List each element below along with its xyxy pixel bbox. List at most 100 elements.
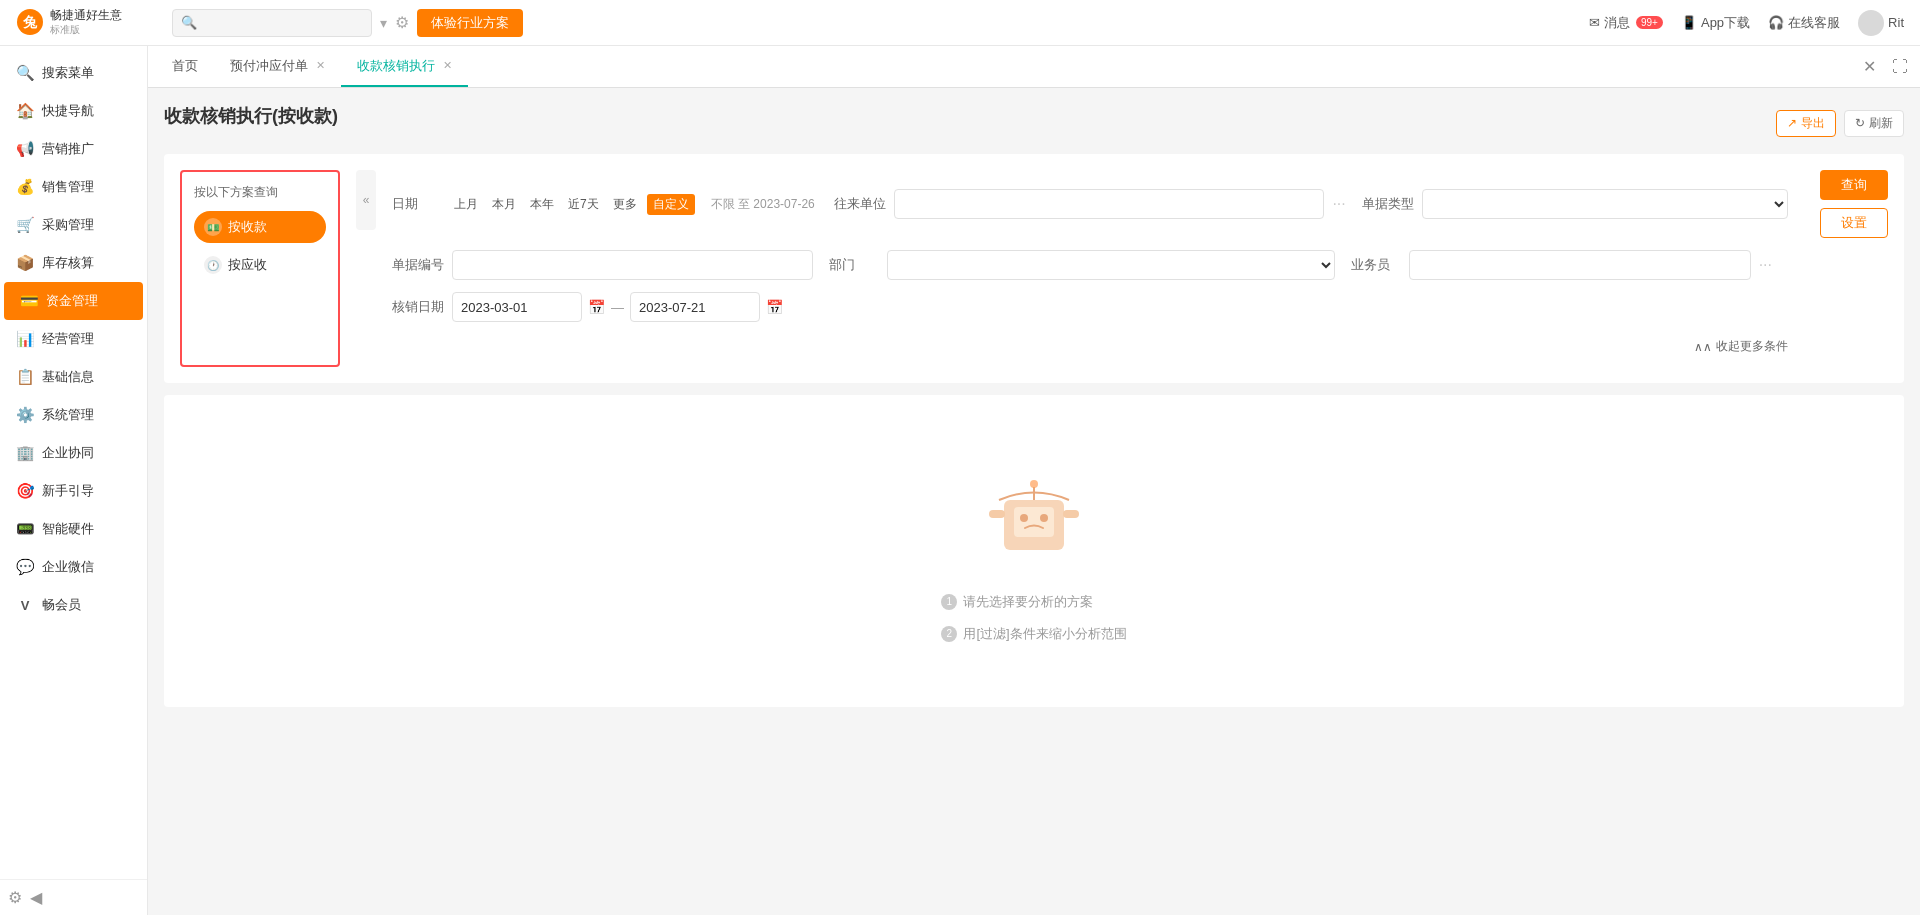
marketing-icon: 📢 [16,140,34,158]
filter-left: 按以下方案查询 💵 按收款 🕐 按应收 [180,170,340,367]
date-custom[interactable]: 自定义 [647,194,695,215]
filter-by-receivable[interactable]: 🕐 按应收 [194,249,326,281]
sidebar-item-sales[interactable]: 💰 销售管理 [0,168,147,206]
sidebar: 🔍 搜索菜单 🏠 快捷导航 📢 营销推广 💰 销售管理 🛒 采购管理 📦 库存核… [0,46,148,915]
export-icon: ↗ [1787,116,1797,130]
date-this-month[interactable]: 本月 [488,194,520,215]
sidebar-label-member: 畅会员 [42,596,81,614]
tip-num-1: 1 [941,594,957,610]
collapse-more-btn[interactable]: ∧∧ 收起更多条件 [1694,338,1788,355]
purchase-icon: 🛒 [16,216,34,234]
sidebar-label-basic: 基础信息 [42,368,94,386]
app-download-action[interactable]: 📱 App下载 [1681,14,1750,32]
empty-tip-row-1: 1 请先选择要分析的方案 [941,589,1126,615]
app-name: 畅捷通好生意 [50,8,122,22]
search-box[interactable]: 🔍 [172,9,372,37]
sidebar-item-hardware[interactable]: 📟 智能硬件 [0,510,147,548]
sidebar-label-inventory: 库存核算 [42,254,94,272]
dropdown-icon[interactable]: ▾ [380,15,387,31]
sidebar-item-enterprise[interactable]: 🏢 企业协同 [0,434,147,472]
sidebar-label-finance: 资金管理 [46,292,98,310]
verify-date-end[interactable] [630,292,760,322]
tab-collection[interactable]: 收款核销执行 ✕ [341,46,468,87]
tab-expand-action[interactable]: ⛶ [1888,58,1912,76]
empty-state: 1 请先选择要分析的方案 2 用[过滤]条件来缩小分析范围 [164,395,1904,707]
staff-input[interactable] [1409,250,1751,280]
sidebar-item-business[interactable]: 📊 经营管理 [0,320,147,358]
settings-icon[interactable]: ⚙ [395,13,409,32]
refresh-icon: ↻ [1855,116,1865,130]
date-shortcuts: 上月 本月 本年 近7天 更多 自定义 [450,194,695,215]
filter-by-receipt[interactable]: 💵 按收款 [194,211,326,243]
setting-button[interactable]: 设置 [1820,208,1888,238]
calendar-end-icon[interactable]: 📅 [766,299,783,315]
sidebar-item-purchase[interactable]: 🛒 采购管理 [0,206,147,244]
sidebar-settings-icon[interactable]: ⚙ [8,888,22,907]
page-content: 收款核销执行(按收款) ↗ 导出 ↻ 刷新 按以下方案查询 💵 按收款 [148,88,1920,915]
sidebar-item-search[interactable]: 🔍 搜索菜单 [0,54,147,92]
sidebar-item-weixin[interactable]: 💬 企业微信 [0,548,147,586]
date-7days[interactable]: 近7天 [564,194,603,215]
counterpart-input[interactable] [894,189,1324,219]
date-dash: — [611,300,624,315]
app-download-label: App下载 [1701,14,1750,32]
inventory-icon: 📦 [16,254,34,272]
doctype-select[interactable] [1422,189,1788,219]
tip-num-2: 2 [941,626,957,642]
query-button[interactable]: 查询 [1820,170,1888,200]
tab-close-action[interactable]: ✕ [1859,57,1880,76]
refresh-button[interactable]: ↻ 刷新 [1844,110,1904,137]
enterprise-icon: 🏢 [16,444,34,462]
sidebar-label-enterprise: 企业协同 [42,444,94,462]
staff-label: 业务员 [1351,256,1401,274]
docno-input[interactable] [452,250,813,280]
counterpart-label: 往来单位 [834,195,886,213]
date-last-month[interactable]: 上月 [450,194,482,215]
sidebar-item-member[interactable]: V 畅会员 [0,586,147,624]
sidebar-item-guide[interactable]: 🎯 新手引导 [0,472,147,510]
message-action[interactable]: ✉ 消息 99+ [1589,14,1663,32]
online-service-label: 在线客服 [1788,14,1840,32]
svg-point-9 [1030,480,1038,488]
sidebar-item-basic[interactable]: 📋 基础信息 [0,358,147,396]
verify-date-field: 核销日期 📅 — 📅 [392,292,1888,322]
basic-icon: 📋 [16,368,34,386]
date-label: 日期 [392,195,442,213]
tab-collection-close[interactable]: ✕ [443,59,452,72]
topbar-actions: ✉ 消息 99+ 📱 App下载 🎧 在线客服 Rit [1589,10,1904,36]
service-icon: 🎧 [1768,15,1784,30]
main-content: 首页 预付冲应付单 ✕ 收款核销执行 ✕ ✕ ⛶ 收款核销执行(按收款) ↗ 导… [148,46,1920,915]
page-header-actions: ↗ 导出 ↻ 刷新 [1776,110,1904,137]
sidebar-label-guide: 新手引导 [42,482,94,500]
sidebar-item-finance[interactable]: 💳 资金管理 [4,282,143,320]
sidebar-item-quick-nav[interactable]: 🏠 快捷导航 [0,92,147,130]
filter-row-3: 核销日期 📅 — 📅 [392,292,1888,322]
sidebar-item-inventory[interactable]: 📦 库存核算 [0,244,147,282]
filter-by-receipt-label: 按收款 [228,218,267,236]
export-button[interactable]: ↗ 导出 [1776,110,1836,137]
message-label: 消息 [1604,14,1630,32]
date-more[interactable]: 更多 [609,194,641,215]
staff-dots[interactable]: ··· [1759,256,1772,274]
tab-prepay[interactable]: 预付冲应付单 ✕ [214,46,341,87]
sidebar-collapse-icon[interactable]: ◀ [30,888,42,907]
sidebar-item-marketing[interactable]: 📢 营销推广 [0,130,147,168]
doctype-field: 单据类型 [1362,189,1788,219]
date-this-year[interactable]: 本年 [526,194,558,215]
sidebar-bottom: ⚙ ◀ [0,879,147,915]
user-action[interactable]: Rit [1858,10,1904,36]
collapse-filter-btn[interactable]: « [356,170,376,230]
tab-bar: 首页 预付冲应付单 ✕ 收款核销执行 ✕ ✕ ⛶ [148,46,1920,88]
verify-date-start[interactable] [452,292,582,322]
online-service-action[interactable]: 🎧 在线客服 [1768,14,1840,32]
tab-prepay-close[interactable]: ✕ [316,59,325,72]
sidebar-item-system[interactable]: ⚙️ 系统管理 [0,396,147,434]
tab-home[interactable]: 首页 [156,46,214,87]
industry-btn[interactable]: 体验行业方案 [417,9,523,37]
empty-tip-2: 用[过滤]条件来缩小分析范围 [963,621,1126,647]
calendar-start-icon[interactable]: 📅 [588,299,605,315]
dept-select[interactable] [887,250,1335,280]
logo: 兔 畅捷通好生意 标准版 [16,8,164,36]
empty-tip-row-2: 2 用[过滤]条件来缩小分析范围 [941,621,1126,647]
counterpart-dots[interactable]: ··· [1332,195,1345,213]
